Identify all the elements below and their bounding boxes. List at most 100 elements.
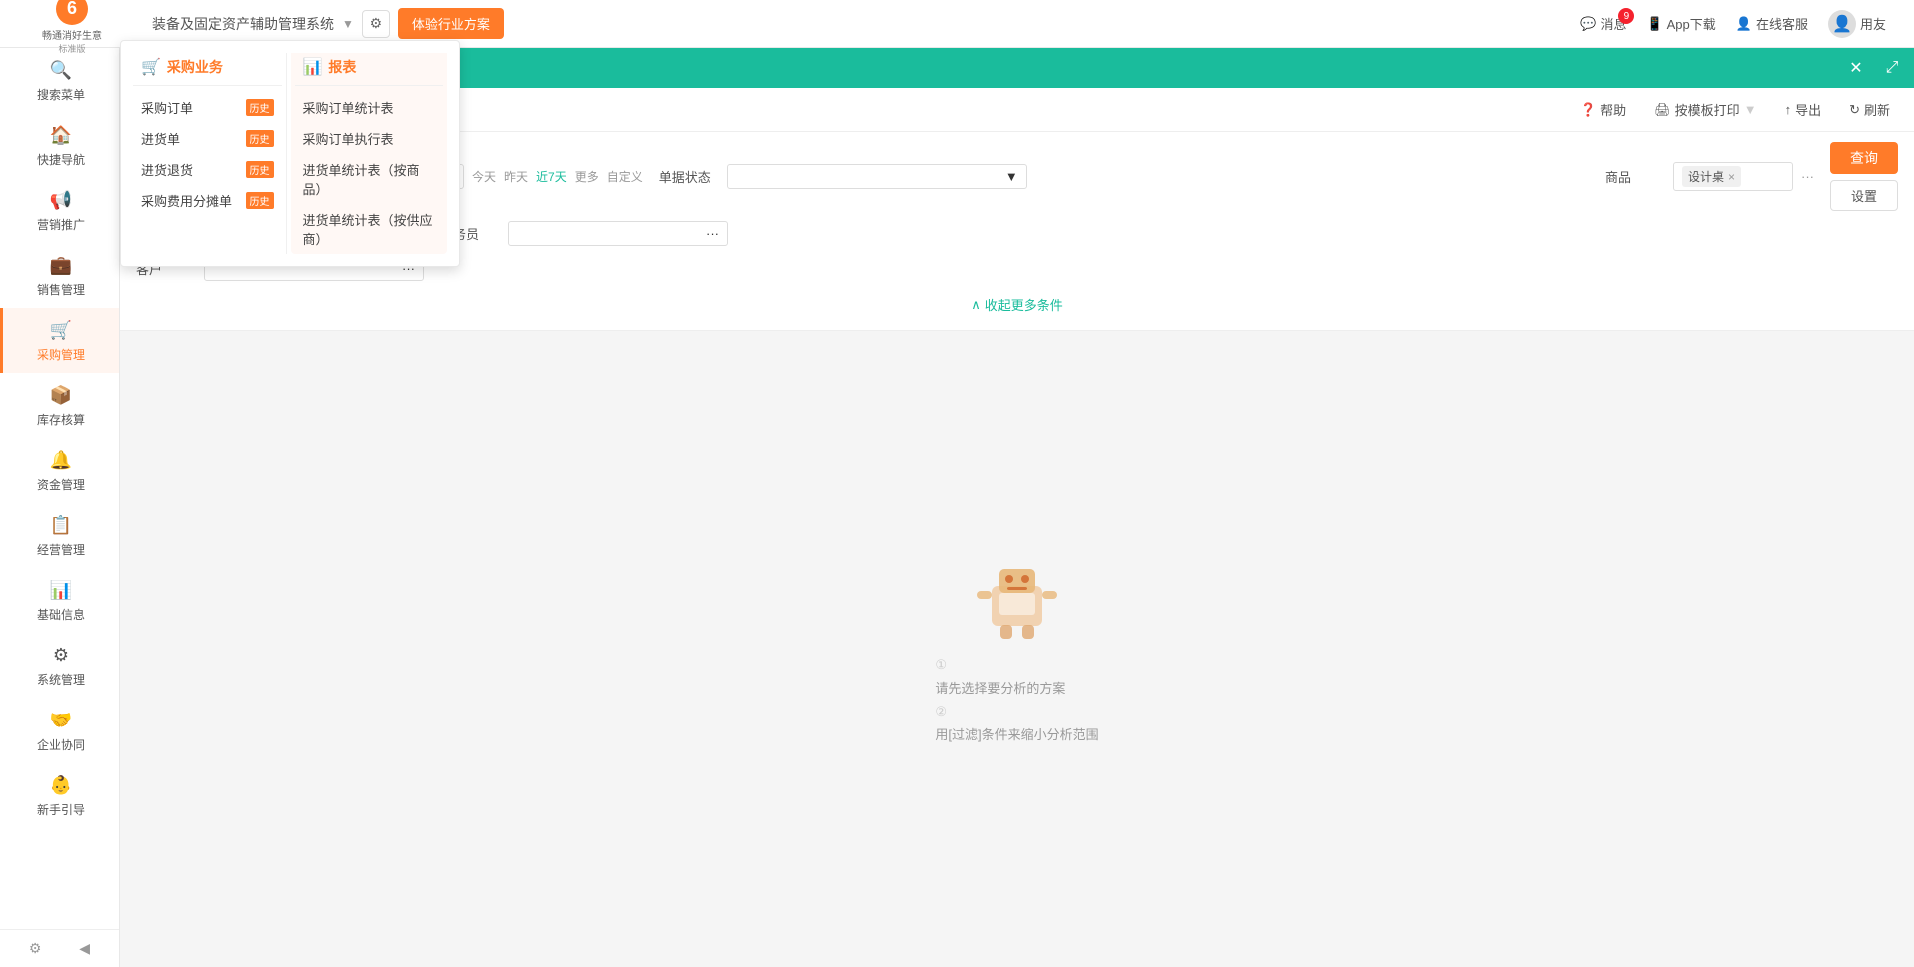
sidebar-item-basic-info[interactable]: 📊 基础信息: [0, 568, 119, 633]
date-custom-btn[interactable]: 自定义: [607, 168, 643, 185]
goods-receipt-stat-supplier-item[interactable]: 进货单统计表（按供应商）: [295, 204, 444, 254]
empty-state: ① 请先选择要分析的方案 ② 用[过滤]条件来缩小分析范围: [935, 551, 1098, 747]
purchase-order-item[interactable]: 采购订单 历史: [133, 92, 282, 123]
user-button[interactable]: 👤 用友: [1828, 10, 1886, 38]
report-col: 📊 报表 采购订单统计表 采购订单执行表 进货单统计表（按商品） 进货单统计表（…: [291, 53, 448, 254]
purchase-col: 🛒 采购业务 采购订单 历史 进货单 历史 进货退货 历史 采购费用分摊单 历史: [133, 53, 282, 254]
query-button[interactable]: 查询: [1830, 142, 1898, 174]
sidebar-item-quick-nav[interactable]: 🏠 快捷导航: [0, 113, 119, 178]
goods-return-badge: 历史: [246, 161, 274, 178]
date-more-btn[interactable]: 更多: [575, 168, 599, 185]
print-icon: 🖨: [1654, 102, 1671, 118]
purchase-expense-badge: 历史: [246, 192, 274, 209]
purchase-order-stat-item[interactable]: 采购订单统计表: [295, 92, 444, 123]
sidebar-collapse-button[interactable]: ◀: [79, 940, 90, 957]
inventory-icon: 📦: [49, 383, 73, 407]
online-service-label: 在线客服: [1756, 14, 1808, 33]
tab-maximize-icon[interactable]: ⤢: [1878, 54, 1906, 82]
doc-status-arrow-icon: ▼: [1005, 169, 1018, 184]
goods-tag-remove-button[interactable]: ×: [1728, 170, 1735, 184]
sidebar-item-finance[interactable]: 🔔 资金管理: [0, 438, 119, 503]
sidebar-item-enterprise[interactable]: 🤝 企业协同: [0, 698, 119, 763]
goods-receipt-stat-goods-item[interactable]: 进货单统计表（按商品）: [295, 154, 444, 204]
sidebar-item-guide[interactable]: 👶 新手引导: [0, 763, 119, 828]
report-col-label: 报表: [328, 57, 356, 77]
empty-hint-1: ① 请先选择要分析的方案: [935, 653, 1098, 700]
basic-info-icon: 📊: [49, 578, 73, 602]
purchase-order-exec-item[interactable]: 采购订单执行表: [295, 123, 444, 154]
salesperson-select[interactable]: ···: [508, 221, 728, 246]
print-label: 按模板打印: [1675, 100, 1740, 119]
message-icon: 💬: [1580, 16, 1596, 32]
sidebar-item-inventory[interactable]: 📦 库存核算: [0, 373, 119, 438]
goods-return-item[interactable]: 进货退货 历史: [133, 154, 282, 185]
sidebar-label-basic-info: 基础信息: [37, 606, 85, 623]
action-buttons: 查询 设置: [1830, 142, 1898, 211]
purchase-order-exec-label: 采购订单执行表: [303, 129, 394, 148]
online-service-button[interactable]: 👤 在线客服: [1736, 14, 1808, 33]
brand-edition: 标准版: [58, 42, 85, 55]
sidebar-item-search[interactable]: 🔍 搜索菜单: [0, 48, 119, 113]
home-icon: 🏠: [49, 123, 73, 147]
system-title-text[interactable]: 装备及固定资产辅助管理系统: [152, 14, 334, 34]
report-col-icon: 📊: [303, 57, 323, 77]
sidebar-item-marketing[interactable]: 📢 营销推广: [0, 178, 119, 243]
sidebar: 🔍 搜索菜单 🏠 快捷导航 📢 营销推广 💼 销售管理 🛒 采购管理 📦 库存核…: [0, 48, 120, 967]
purchase-col-header: 🛒 采购业务: [133, 53, 282, 86]
sidebar-label-quick-nav: 快捷导航: [37, 151, 85, 168]
collapse-filter-row[interactable]: ∧ 收起更多条件: [136, 289, 1898, 320]
settings-gear-button[interactable]: ⚙: [362, 10, 390, 38]
print-button[interactable]: 🖨 按模板打印 ▼: [1646, 96, 1764, 123]
date-yesterday-btn[interactable]: 昨天: [504, 168, 528, 185]
goods-receipt-item[interactable]: 进货单 历史: [133, 123, 282, 154]
collapse-icon: ∧: [971, 297, 981, 313]
refresh-button[interactable]: ↻ 刷新: [1841, 96, 1898, 123]
user-avatar: 👤: [1828, 10, 1856, 38]
date-today-btn[interactable]: 今天: [472, 168, 496, 185]
settings-button[interactable]: 设置: [1830, 180, 1898, 211]
system-icon: ⚙: [49, 643, 73, 667]
mobile-icon: 📱: [1646, 16, 1662, 32]
logo-area: 6 畅通消好生意 标准版: [12, 0, 132, 55]
main-content-area: ① 请先选择要分析的方案 ② 用[过滤]条件来缩小分析范围: [120, 331, 1914, 967]
empty-state-icon: [967, 551, 1067, 641]
report-col-header: 📊 报表: [295, 53, 444, 86]
sidebar-item-operations[interactable]: 📋 经营管理: [0, 503, 119, 568]
sidebar-label-operations: 经营管理: [37, 541, 85, 558]
message-button[interactable]: 💬 消息 9: [1580, 14, 1626, 33]
export-icon: ↑: [1785, 102, 1792, 117]
export-button[interactable]: ↑ 导出: [1777, 96, 1830, 123]
app-download-button[interactable]: 📱 App下载: [1646, 14, 1715, 33]
salesperson-dots[interactable]: ···: [706, 226, 719, 241]
goods-receipt-badge: 历史: [246, 130, 274, 147]
sidebar-item-system[interactable]: ⚙ 系统管理: [0, 633, 119, 698]
goods-tag-input[interactable]: 设计桌 ×: [1673, 162, 1793, 191]
help-label: 帮助: [1600, 100, 1626, 119]
goods-more-dots[interactable]: ···: [1801, 169, 1814, 184]
goods-return-label: 进货退货: [141, 160, 193, 179]
sidebar-item-purchase[interactable]: 🛒 采购管理: [0, 308, 119, 373]
purchase-expense-item[interactable]: 采购费用分摊单 历史: [133, 185, 282, 216]
top-right-area: 💬 消息 9 📱 App下载 👤 在线客服 👤 用友: [1580, 10, 1902, 38]
refresh-icon: ↻: [1849, 102, 1860, 118]
tab-close-all-icon[interactable]: ✕: [1842, 54, 1870, 82]
empty-hint-2: ② 用[过滤]条件来缩小分析范围: [935, 700, 1098, 747]
help-icon: ❓: [1580, 102, 1596, 118]
purchase-col-label: 采购业务: [167, 57, 223, 77]
sidebar-item-sales[interactable]: 💼 销售管理: [0, 243, 119, 308]
purchase-order-label: 采购订单: [141, 98, 193, 117]
system-title-arrow-icon[interactable]: ▼: [342, 17, 354, 31]
search-icon: 🔍: [49, 58, 73, 82]
goods-receipt-stat-supplier-label: 进货单统计表（按供应商）: [303, 210, 436, 248]
purchase-col-icon: 🛒: [141, 57, 161, 77]
sidebar-settings-button[interactable]: ⚙: [29, 940, 42, 957]
sidebar-label-inventory: 库存核算: [37, 411, 85, 428]
filter-doc-status: 单据状态 ▼: [659, 164, 1589, 189]
date-7days-btn[interactable]: 近7天: [536, 168, 567, 185]
doc-status-label: 单据状态: [659, 167, 719, 186]
sidebar-label-purchase: 采购管理: [37, 346, 85, 363]
industry-solution-button[interactable]: 体验行业方案: [398, 8, 504, 39]
help-button[interactable]: ❓ 帮助: [1572, 96, 1634, 123]
doc-status-select[interactable]: ▼: [727, 164, 1027, 189]
system-title-area: 装备及固定资产辅助管理系统 ▼ ⚙ 体验行业方案: [132, 8, 1580, 39]
